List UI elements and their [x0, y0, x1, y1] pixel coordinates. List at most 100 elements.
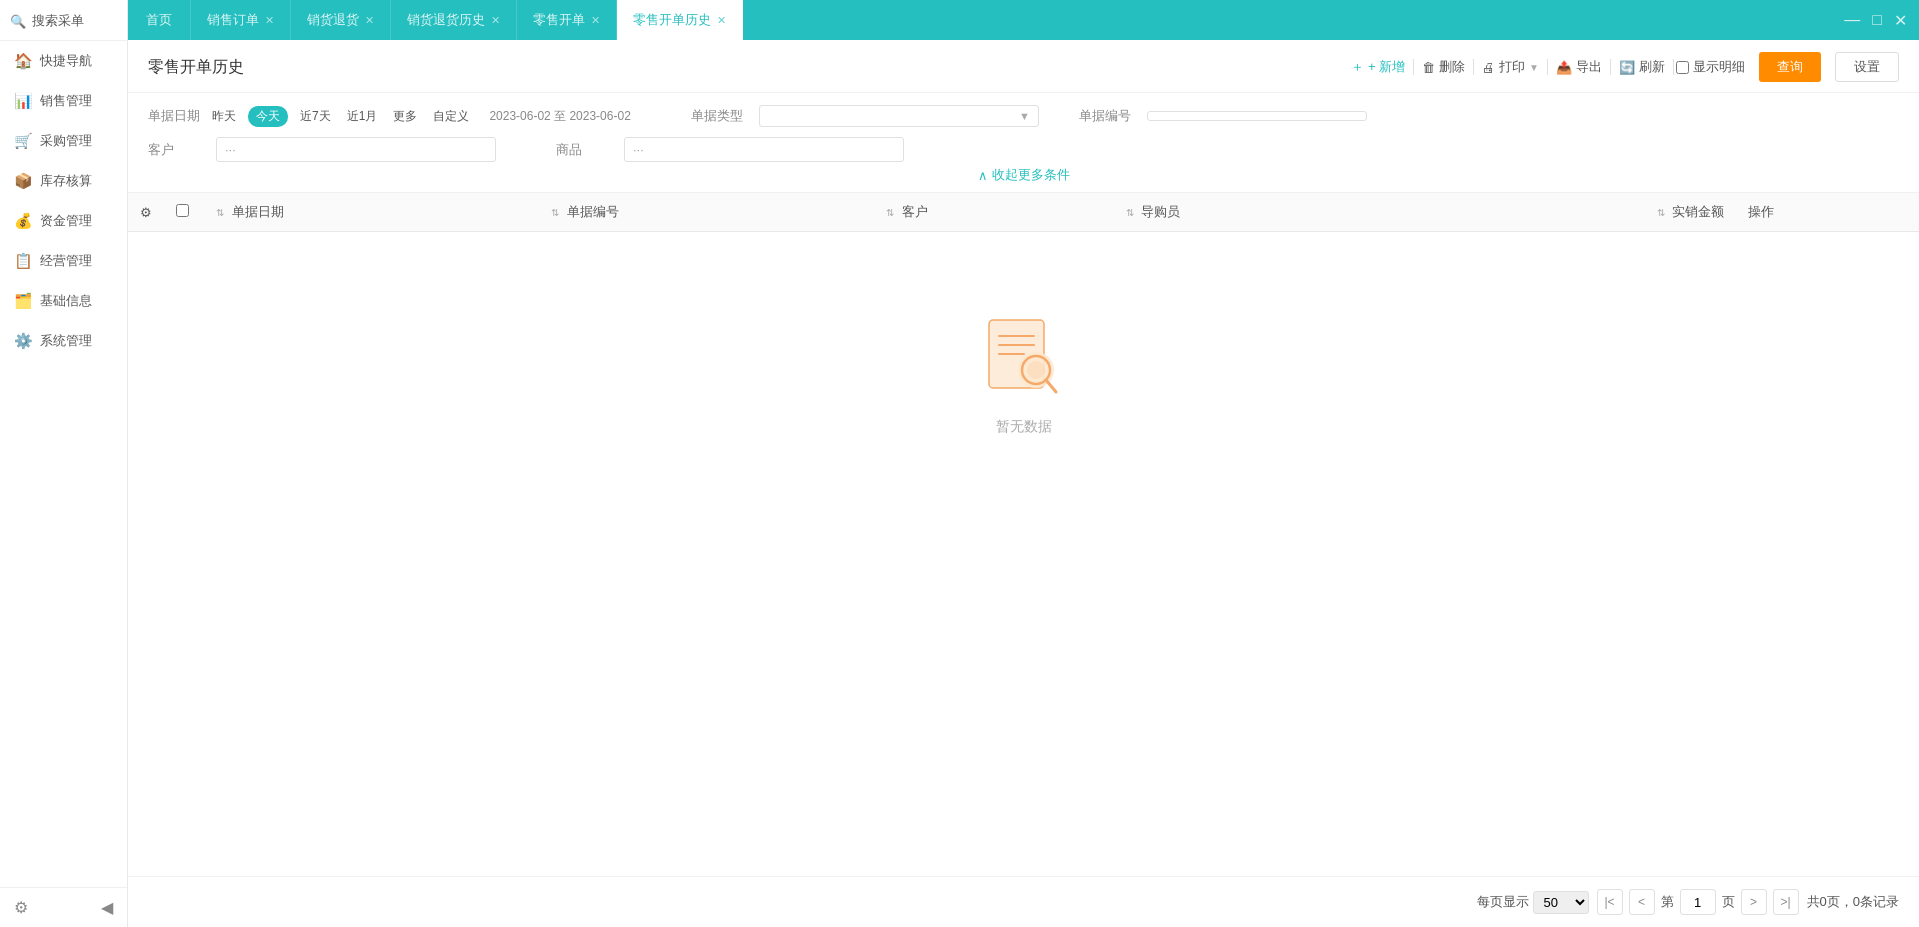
col-no: ⇅ 单据编号 — [539, 193, 874, 232]
footer-collapse-icon[interactable]: ◀ — [101, 898, 113, 917]
delete-button[interactable]: 🗑 删除 — [1416, 54, 1471, 80]
collapse-label: 收起更多条件 — [992, 166, 1070, 184]
print-icon: 🖨 — [1482, 60, 1495, 75]
sidebar-item-operations[interactable]: 📋 经营管理 — [0, 241, 127, 281]
action-buttons: ＋ + 新增 🗑 删除 🖨 打印 ▼ — [1345, 54, 1745, 80]
refresh-icon: 🔄 — [1619, 60, 1635, 75]
order-type-chevron-icon: ▼ — [1019, 110, 1030, 122]
display-detail-label[interactable]: 显示明细 — [1693, 58, 1745, 76]
customer-dots: ··· — [225, 142, 236, 157]
filter-row-2: 客户 ··· 商品 ··· — [148, 137, 1899, 162]
display-detail-checkbox-group: 显示明细 — [1676, 58, 1745, 76]
customer-select[interactable]: ··· — [216, 137, 496, 162]
order-no-label: 单据编号 — [1079, 107, 1139, 125]
close-btn[interactable]: ✕ — [1894, 11, 1907, 30]
tab-sales-order-label: 销售订单 — [207, 11, 259, 29]
goods-select[interactable]: ··· — [624, 137, 904, 162]
main-area: 首页 销售订单 ✕ 销货退货 ✕ 销货退货历史 ✕ 零售开单 ✕ 零售开单历史 … — [128, 0, 1919, 927]
tab-retail-open[interactable]: 零售开单 ✕ — [517, 0, 617, 40]
date-btn-more[interactable]: 更多 — [389, 106, 421, 127]
table-settings-col: ⚙ — [128, 193, 164, 232]
customer-label: 客户 — [148, 141, 208, 159]
tab-home[interactable]: 首页 — [128, 0, 191, 40]
header-actions: ＋ + 新增 🗑 删除 🖨 打印 ▼ — [1345, 52, 1899, 82]
export-button[interactable]: 📤 导出 — [1550, 54, 1608, 80]
add-button[interactable]: ＋ + 新增 — [1345, 54, 1411, 80]
next-page-btn[interactable]: > — [1741, 889, 1767, 915]
goods-dots: ··· — [633, 142, 644, 157]
sidebar-item-label: 经营管理 — [40, 252, 92, 270]
date-btn-1month[interactable]: 近1月 — [343, 106, 382, 127]
empty-text: 暂无数据 — [996, 418, 1052, 436]
table-settings-icon[interactable]: ⚙ — [140, 205, 152, 220]
maximize-btn[interactable]: □ — [1872, 11, 1882, 29]
tab-sales-return-label: 销货退货 — [307, 11, 359, 29]
svg-point-8 — [1027, 361, 1045, 379]
tab-sales-order[interactable]: 销售订单 ✕ — [191, 0, 291, 40]
sidebar-item-purchase-mgmt[interactable]: 🛒 采购管理 — [0, 121, 127, 161]
prev-page-btn[interactable]: < — [1629, 889, 1655, 915]
table-area: ⚙ ⇅ 单据日期 ⇅ 单据编号 — [128, 193, 1919, 876]
sidebar-item-label: 库存核算 — [40, 172, 92, 190]
date-btn-yesterday[interactable]: 昨天 — [208, 106, 240, 127]
sidebar-nav: 🏠 快捷导航 📊 销售管理 🛒 采购管理 📦 库存核算 💰 资金管理 📋 经营管… — [0, 41, 127, 887]
settings-button[interactable]: 设置 — [1835, 52, 1899, 82]
date-btn-today[interactable]: 今天 — [248, 106, 288, 127]
sidebar-item-basic-info[interactable]: 🗂️ 基础信息 — [0, 281, 127, 321]
sidebar-item-quick-nav[interactable]: 🏠 快捷导航 — [0, 41, 127, 81]
tab-sales-return-history[interactable]: 销货退货历史 ✕ — [391, 0, 517, 40]
per-page-label: 每页显示 — [1477, 893, 1529, 911]
sidebar-footer: ⚙ ◀ — [0, 887, 127, 927]
delete-icon: 🗑 — [1422, 60, 1435, 75]
display-detail-checkbox[interactable] — [1676, 61, 1689, 74]
sys-icon: ⚙️ — [14, 332, 32, 350]
page-title: 零售开单历史 — [148, 57, 244, 78]
minimize-btn[interactable]: — — [1844, 11, 1860, 29]
refresh-button[interactable]: 🔄 刷新 — [1613, 54, 1671, 80]
per-page-select[interactable]: 10 20 50 100 — [1533, 891, 1589, 914]
page-content: 零售开单历史 ＋ + 新增 🗑 删除 🖨 打印 — [128, 40, 1919, 927]
empty-illustration — [974, 312, 1074, 402]
sidebar-item-finance[interactable]: 💰 资金管理 — [0, 201, 127, 241]
goods-label: 商品 — [556, 141, 616, 159]
tab-sales-return[interactable]: 销货退货 ✕ — [291, 0, 391, 40]
date-btn-7days[interactable]: 近7天 — [296, 106, 335, 127]
filter-area: 单据日期 昨天 今天 近7天 近1月 更多 自定义 2023-06-02 至 2… — [128, 93, 1919, 193]
tab-retail-open-history-close[interactable]: ✕ — [717, 14, 726, 27]
page-nav: |< < 第 页 > >| — [1597, 889, 1799, 915]
search-btn[interactable]: 🔍 搜索采单 — [0, 0, 127, 41]
basic-icon: 🗂️ — [14, 292, 32, 310]
operations-icon: 📋 — [14, 252, 32, 270]
sidebar-item-sales-mgmt[interactable]: 📊 销售管理 — [0, 81, 127, 121]
page-input[interactable] — [1680, 889, 1716, 915]
tab-sales-return-close[interactable]: ✕ — [365, 14, 374, 27]
sort-icon: ⇅ — [1657, 207, 1665, 218]
sort-icon: ⇅ — [216, 207, 224, 218]
svg-line-7 — [1046, 380, 1056, 392]
sidebar-item-label: 快捷导航 — [40, 52, 92, 70]
tab-sales-order-close[interactable]: ✕ — [265, 14, 274, 27]
page-suffix: 页 — [1722, 893, 1735, 911]
date-btn-custom[interactable]: 自定义 — [429, 106, 473, 127]
sidebar-item-inventory[interactable]: 📦 库存核算 — [0, 161, 127, 201]
page-header: 零售开单历史 ＋ + 新增 🗑 删除 🖨 打印 — [128, 40, 1919, 93]
sidebar-item-label: 系统管理 — [40, 332, 92, 350]
tab-sales-return-history-close[interactable]: ✕ — [491, 14, 500, 27]
order-type-select[interactable]: ▼ — [759, 105, 1039, 127]
select-all-checkbox[interactable] — [176, 204, 189, 217]
query-button[interactable]: 查询 — [1759, 52, 1821, 82]
date-range: 2023-06-02 至 2023-06-02 — [489, 108, 630, 125]
collapse-button[interactable]: ∧ 收起更多条件 — [148, 166, 1899, 184]
tab-retail-open-close[interactable]: ✕ — [591, 14, 600, 27]
sidebar-item-sys-mgmt[interactable]: ⚙️ 系统管理 — [0, 321, 127, 361]
col-salesperson: ⇅ 导购员 — [1114, 193, 1401, 232]
tab-retail-open-history[interactable]: 零售开单历史 ✕ — [617, 0, 743, 40]
tab-sales-return-history-label: 销货退货历史 — [407, 11, 485, 29]
print-button[interactable]: 🖨 打印 ▼ — [1476, 54, 1545, 80]
order-type-label: 单据类型 — [691, 107, 751, 125]
first-page-btn[interactable]: |< — [1597, 889, 1623, 915]
order-no-input[interactable] — [1147, 111, 1367, 121]
last-page-btn[interactable]: >| — [1773, 889, 1799, 915]
footer-settings-icon[interactable]: ⚙ — [14, 898, 28, 917]
date-buttons: 昨天 今天 近7天 近1月 更多 自定义 2023-06-02 至 2023-0… — [208, 106, 631, 127]
